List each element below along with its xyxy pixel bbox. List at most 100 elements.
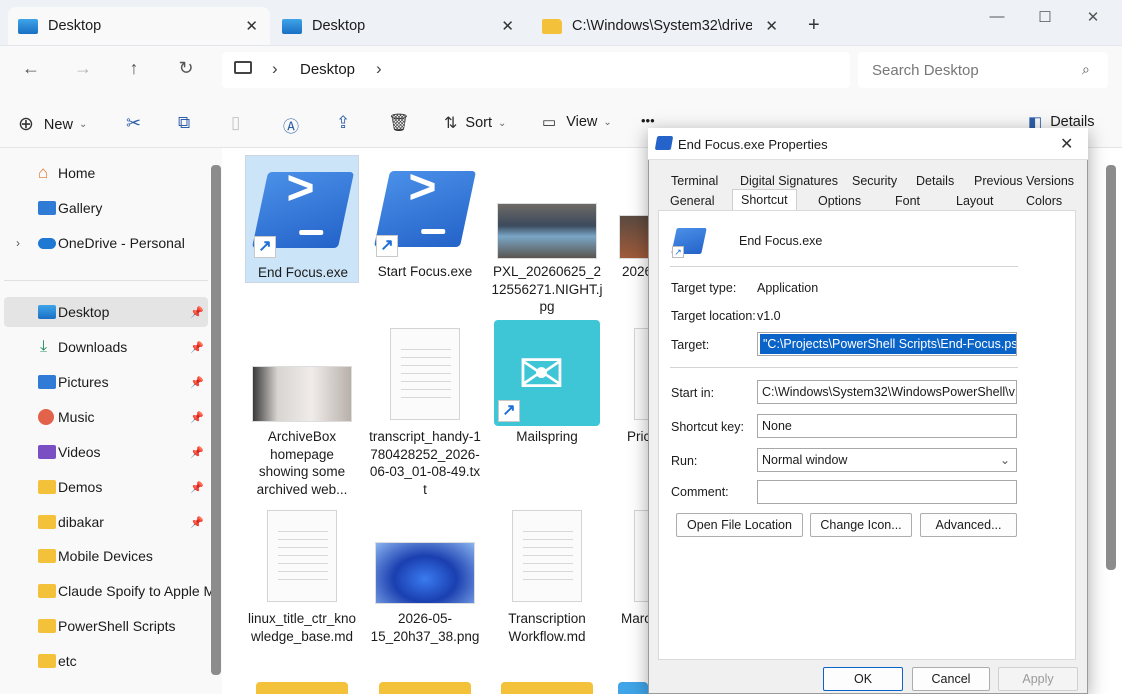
tab-layout[interactable]: Layout <box>948 191 1002 211</box>
sidebar-item-claude-spoify[interactable]: Claude Spoify to Apple M <box>4 576 215 606</box>
tab-terminal[interactable]: Terminal <box>663 171 726 191</box>
dialog-close-button[interactable]: ✕ <box>1060 134 1073 154</box>
pin-icon[interactable]: 📌 <box>190 481 204 494</box>
tab-details[interactable]: Details <box>908 171 962 191</box>
sidebar-item-mobile-devices[interactable]: Mobile Devices <box>4 541 208 571</box>
target-field[interactable]: "C:\Projects\PowerShell Scripts\End-Focu… <box>757 332 1017 356</box>
share-button[interactable]: ⇪ <box>336 113 350 133</box>
tab-shortcut[interactable]: Shortcut <box>732 189 797 211</box>
cancel-button[interactable]: Cancel <box>912 667 990 691</box>
more-options-button[interactable]: ••• <box>641 113 655 128</box>
tab-previous-versions[interactable]: Previous Versions <box>966 171 1082 191</box>
sidebar-item-demos[interactable]: Demos 📌 <box>4 472 208 502</box>
pin-icon[interactable]: 📌 <box>190 376 204 389</box>
search-icon[interactable]: ⌕ <box>1082 61 1090 78</box>
desktop-icon <box>38 305 56 319</box>
sidebar-item-home[interactable]: ⌂ Home <box>4 158 208 188</box>
close-tab-icon[interactable]: ✕ <box>245 17 258 35</box>
tab-drivers[interactable]: C:\Windows\System32\driver ✕ <box>532 7 790 45</box>
rename-button[interactable]: Ⓐ <box>283 113 299 137</box>
up-button[interactable]: ↑ <box>118 58 150 79</box>
sidebar-item-powershell-scripts[interactable]: PowerShell Scripts <box>4 611 208 641</box>
address-bar[interactable]: › Desktop › <box>222 52 850 88</box>
divider <box>670 266 1018 267</box>
content-scrollbar[interactable] <box>1106 165 1116 570</box>
tab-colors[interactable]: Colors <box>1018 191 1070 211</box>
pin-icon[interactable]: 📌 <box>190 446 204 459</box>
folder-icon[interactable] <box>256 682 348 694</box>
pin-icon[interactable]: 📌 <box>190 411 204 424</box>
new-tab-button[interactable]: + <box>808 14 820 37</box>
file-mailspring[interactable]: ✉ ↗ Mailspring <box>490 320 604 450</box>
advanced-button[interactable]: Advanced... <box>920 513 1017 537</box>
breadcrumb-desktop[interactable]: Desktop <box>300 61 355 78</box>
tab-desktop-active[interactable]: Desktop ✕ <box>8 7 270 45</box>
file-transcript-txt[interactable]: transcript_handy-1780428252_2026-06-03_0… <box>368 320 482 500</box>
apply-button[interactable]: Apply <box>998 667 1078 691</box>
maximize-button[interactable]: ☐ <box>1022 8 1068 26</box>
sidebar-item-dibakar[interactable]: dibakar 📌 <box>4 507 208 537</box>
forward-button[interactable]: → <box>67 58 99 79</box>
sidebar-item-etc[interactable]: etc <box>4 646 208 676</box>
file-2026-partial[interactable]: 2026 <box>612 155 648 295</box>
folder-icon[interactable] <box>379 682 471 694</box>
new-label: New <box>43 116 73 133</box>
chevron-right-icon[interactable]: › <box>16 236 20 250</box>
open-file-location-button[interactable]: Open File Location <box>676 513 803 537</box>
sidebar-item-downloads[interactable]: ⤓ Downloads 📌 <box>4 332 208 362</box>
file-end-focus-exe[interactable]: > ↗ End Focus.exe <box>245 155 359 283</box>
sidebar-item-pictures[interactable]: Pictures 📌 <box>4 367 208 397</box>
photo-thumbnail <box>619 215 648 259</box>
change-icon-button[interactable]: Change Icon... <box>810 513 912 537</box>
file-marc-partial[interactable]: Marc <box>612 502 648 642</box>
pin-icon[interactable]: 📌 <box>190 516 204 529</box>
breadcrumb-chevron[interactable]: › <box>376 59 382 79</box>
tab-font[interactable]: Font <box>887 191 928 211</box>
comment-field[interactable] <box>757 480 1017 504</box>
chevron-down-icon: ⌄ <box>78 119 88 130</box>
file-archivebox[interactable]: ArchiveBox homepage showing some archive… <box>245 320 359 500</box>
tab-desktop-2[interactable]: Desktop ✕ <box>272 7 526 45</box>
new-button[interactable]: ⊕ New ⌄ <box>18 113 87 136</box>
sort-button[interactable]: ⇅ Sort ⌄ <box>444 113 506 133</box>
close-window-button[interactable]: ✕ <box>1070 8 1116 26</box>
delete-button[interactable]: 🗑 <box>388 113 410 133</box>
file-pric-partial[interactable]: Pric <box>612 320 648 460</box>
tab-options[interactable]: Options <box>810 191 869 211</box>
tab-security[interactable]: Security <box>844 171 905 191</box>
run-select[interactable]: Normal window ⌄ <box>757 448 1017 472</box>
sidebar-item-music[interactable]: Music 📌 <box>4 402 208 432</box>
sidebar-item-desktop[interactable]: Desktop 📌 <box>4 297 208 327</box>
search-box[interactable]: Search Desktop ⌕ <box>858 52 1108 88</box>
paste-button[interactable]: ▯ <box>231 113 240 133</box>
folder-icon[interactable] <box>501 682 593 694</box>
file-linux-md[interactable]: linux_title_ctr_knowledge_base.md <box>245 502 359 667</box>
view-button[interactable]: ▭ View ⌄ <box>542 113 612 131</box>
file-pxl-night-jpg[interactable]: PXL_20260625_212556271.NIGHT.jpg <box>490 155 604 320</box>
tab-general[interactable]: General <box>662 191 722 211</box>
shortcut-key-field[interactable]: None <box>757 414 1017 438</box>
cut-button[interactable]: ✂ <box>126 113 141 134</box>
close-tab-icon[interactable]: ✕ <box>501 17 514 35</box>
sidebar-item-label: Videos <box>58 444 101 460</box>
close-tab-icon[interactable]: ✕ <box>765 17 778 35</box>
file-start-focus-exe[interactable]: > ↗ Start Focus.exe <box>368 155 482 283</box>
tab-digital-signatures[interactable]: Digital Signatures <box>732 171 846 191</box>
search-input[interactable]: Search Desktop <box>872 62 979 79</box>
dialog-title-bar[interactable]: End Focus.exe Properties ✕ <box>648 128 1088 160</box>
file-transcription-workflow-md[interactable]: Transcription Workflow.md <box>490 502 604 652</box>
back-button[interactable]: ← <box>15 58 47 79</box>
minimize-button[interactable]: — <box>974 8 1020 25</box>
copy-button[interactable]: ⧉ <box>178 113 190 133</box>
sidebar-item-videos[interactable]: Videos 📌 <box>4 437 208 467</box>
sidebar-scrollbar[interactable] <box>211 165 221 675</box>
sidebar-item-gallery[interactable]: Gallery <box>4 193 208 223</box>
pin-icon[interactable]: 📌 <box>190 341 204 354</box>
folder-icon[interactable] <box>618 682 648 694</box>
file-2026-png[interactable]: 2026-05-15_20h37_38.png <box>368 502 482 652</box>
pin-icon[interactable]: 📌 <box>190 306 204 319</box>
refresh-button[interactable]: ↻ <box>170 58 202 79</box>
start-in-field[interactable]: C:\Windows\System32\WindowsPowerShell\v1… <box>757 380 1017 404</box>
ok-button[interactable]: OK <box>823 667 903 691</box>
sidebar-item-onedrive[interactable]: › OneDrive - Personal <box>4 228 208 258</box>
